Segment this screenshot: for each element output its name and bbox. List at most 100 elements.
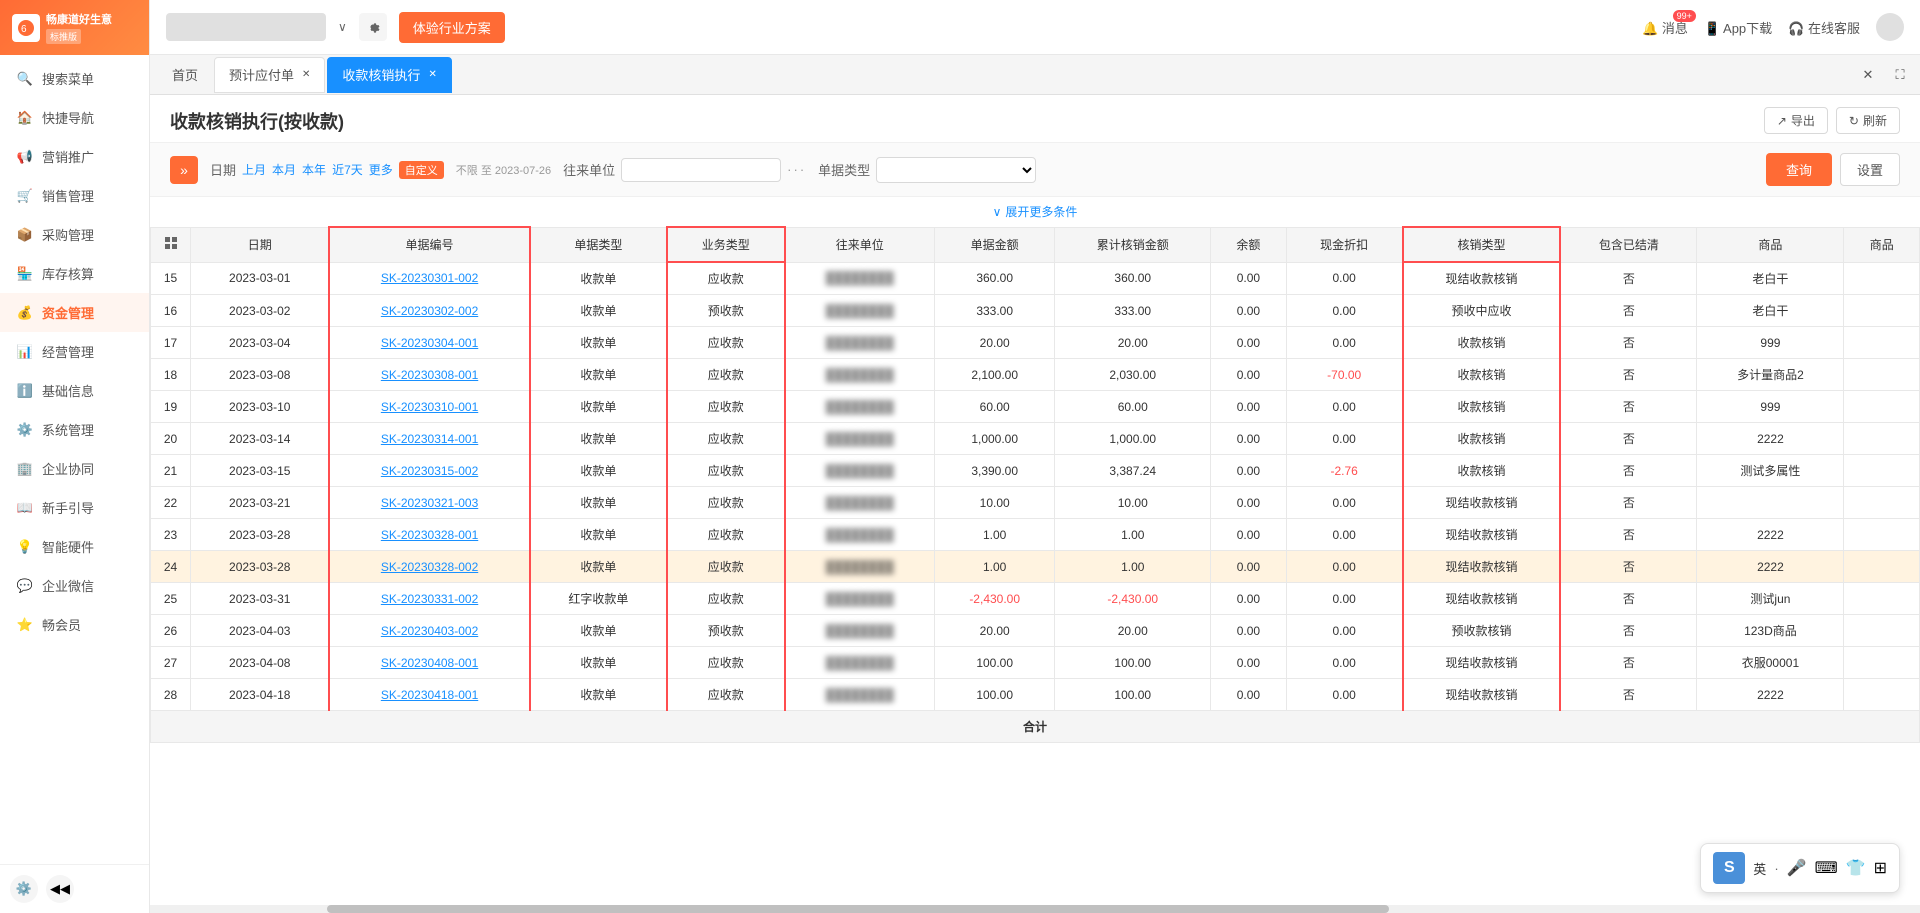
col-amount-header: 单据金额 (935, 227, 1055, 262)
online-support-link[interactable]: 🎧 在线客服 (1788, 18, 1860, 37)
filter-bill-type-select[interactable] (876, 157, 1036, 183)
col-seq-header (151, 227, 191, 262)
sidebar-item-search[interactable]: 🔍 搜索菜单 (0, 59, 149, 98)
ime-label: 英 (1753, 859, 1766, 878)
user-avatar[interactable] (1876, 13, 1904, 41)
sidebar-item-enterprise[interactable]: 🏢 企业协同 (0, 449, 149, 488)
table-row: 20 2023-03-14 SK-20230314-001 收款单 应收款 ██… (151, 423, 1920, 455)
bottom-settings-icon[interactable]: ⚙️ (10, 875, 38, 903)
solution-button[interactable]: 体验行业方案 (399, 12, 505, 43)
bill-no-link[interactable]: SK-20230403-002 (381, 624, 478, 638)
bill-no-link[interactable]: SK-20230408-001 (381, 656, 478, 670)
bill-no-link[interactable]: SK-20230331-002 (381, 592, 478, 606)
cell-seq: 23 (151, 519, 191, 551)
filter-date-more[interactable]: 更多 (369, 161, 393, 178)
cell-biz-type: 应收款 (667, 359, 784, 391)
horizontal-scrollbar[interactable] (150, 905, 1920, 913)
cell-write-type: 收款核销 (1403, 423, 1561, 455)
query-button[interactable]: 查询 (1766, 153, 1832, 186)
bill-no-link[interactable]: SK-20230314-001 (381, 432, 478, 446)
cell-biz-type: 应收款 (667, 423, 784, 455)
cell-bill-type: 红字收款单 (530, 583, 667, 615)
cell-seq: 28 (151, 679, 191, 711)
topbar-actions: 🔔 99+ 消息 📱 App下载 🎧 在线客服 (1642, 13, 1904, 41)
refresh-icon: ↻ (1849, 114, 1859, 128)
bill-no-link[interactable]: SK-20230302-002 (381, 304, 478, 318)
cell-amount: 1,000.00 (935, 423, 1055, 455)
sidebar-item-sales[interactable]: 🛒 销售管理 (0, 176, 149, 215)
sidebar-item-basic[interactable]: ℹ️ 基础信息 (0, 371, 149, 410)
partner-name: ████████ (826, 656, 894, 670)
tab-maximize[interactable]: ⛶ (1888, 63, 1912, 87)
refresh-button[interactable]: ↻ 刷新 (1836, 107, 1900, 134)
cell-bill-no: SK-20230403-002 (329, 615, 529, 647)
footer-label: 合计 (151, 711, 1920, 743)
sidebar-item-guide[interactable]: 📖 新手引导 (0, 488, 149, 527)
table-row: 24 2023-03-28 SK-20230328-002 收款单 应收款 ██… (151, 551, 1920, 583)
phone-icon: 📱 (1704, 21, 1720, 36)
cell-write-off: 360.00 (1055, 262, 1211, 295)
sidebar-item-wechat[interactable]: 💬 企业微信 (0, 566, 149, 605)
table-row: 25 2023-03-31 SK-20230331-002 红字收款单 应收款 … (151, 583, 1920, 615)
sidebar-item-quicknav[interactable]: 🏠 快捷导航 (0, 98, 149, 137)
bottom-collapse-icon[interactable]: ◀◀ (46, 875, 74, 903)
cell-product: 2222 (1697, 423, 1844, 455)
sidebar-item-hardware[interactable]: 💡 智能硬件 (0, 527, 149, 566)
cell-date: 2023-03-28 (191, 519, 330, 551)
tab-prepay-close[interactable]: ✕ (302, 69, 310, 80)
ime-grid-icon[interactable]: ⊞ (1874, 858, 1887, 878)
table-area[interactable]: 日期 单据编号 单据类型 业务类型 往来单位 单据金额 累计核销金额 余额 现金… (150, 226, 1920, 905)
filter-date-prev-month[interactable]: 上月 (242, 161, 266, 178)
filter-date-this-year[interactable]: 本年 (302, 161, 326, 178)
bill-no-link[interactable]: SK-20230418-001 (381, 688, 478, 702)
partner-name: ████████ (826, 368, 894, 382)
cell-product2 (1844, 262, 1920, 295)
export-button[interactable]: ↗ 导出 (1764, 107, 1828, 134)
filter-date-this-month[interactable]: 本月 (272, 161, 296, 178)
filter-date-7days[interactable]: 近7天 (332, 161, 363, 178)
bill-no-link[interactable]: SK-20230328-002 (381, 560, 478, 574)
sidebar-item-inventory[interactable]: 🏪 库存核算 (0, 254, 149, 293)
filter-partner-dots: ··· (787, 162, 806, 177)
filter-bar: » 日期 上月 本月 本年 近7天 更多 自定义 不限 至 2023-07-26… (150, 143, 1920, 197)
sidebar-item-system[interactable]: ⚙️ 系统管理 (0, 410, 149, 449)
bill-no-link[interactable]: SK-20230301-002 (381, 271, 478, 285)
cell-balance: 0.00 (1211, 455, 1286, 487)
tab-prepay[interactable]: 预计应付单 ✕ (214, 57, 325, 93)
bill-no-link[interactable]: SK-20230308-001 (381, 368, 478, 382)
topbar-gear-btn[interactable] (359, 13, 387, 41)
bill-no-link[interactable]: SK-20230315-002 (381, 464, 478, 478)
scrollbar-thumb[interactable] (327, 905, 1389, 913)
filter-date-label: 日期 (210, 160, 236, 179)
app-download-link[interactable]: 📱 App下载 (1704, 18, 1772, 37)
tab-receipts-close[interactable]: ✕ (428, 69, 436, 80)
cell-discount: 0.00 (1286, 615, 1403, 647)
cell-date: 2023-03-08 (191, 359, 330, 391)
enterprise-icon: 🏢 (16, 460, 34, 478)
tab-receipts[interactable]: 收款核销执行 ✕ (327, 57, 451, 93)
ime-mic-icon[interactable]: 🎤 (1787, 858, 1807, 878)
settings-button[interactable]: 设置 (1840, 153, 1900, 186)
sidebar-item-vip[interactable]: ⭐ 畅会员 (0, 605, 149, 644)
topbar-dropdown[interactable]: ∨ (338, 20, 347, 34)
filter-expand-button[interactable]: » (170, 156, 198, 184)
bill-no-link[interactable]: SK-20230310-001 (381, 400, 478, 414)
filter-expand-row[interactable]: ∨ 展开更多条件 (150, 197, 1920, 226)
table-row: 27 2023-04-08 SK-20230408-001 收款单 应收款 ██… (151, 647, 1920, 679)
sidebar-item-purchase[interactable]: 📦 采购管理 (0, 215, 149, 254)
sidebar-item-operations[interactable]: 📊 经营管理 (0, 332, 149, 371)
filter-date-custom[interactable]: 自定义 (399, 161, 444, 179)
ime-keyboard-icon[interactable]: ⌨ (1815, 858, 1838, 878)
sidebar-item-finance[interactable]: 💰 资金管理 (0, 293, 149, 332)
bill-no-link[interactable]: SK-20230328-001 (381, 528, 478, 542)
tab-close-all[interactable]: ✕ (1856, 63, 1880, 87)
tab-home[interactable]: 首页 (158, 57, 212, 93)
bill-no-link[interactable]: SK-20230304-001 (381, 336, 478, 350)
cell-bill-type: 收款单 (530, 519, 667, 551)
bill-no-link[interactable]: SK-20230321-003 (381, 496, 478, 510)
sidebar-item-marketing[interactable]: 📢 营销推广 (0, 137, 149, 176)
message-icon-area[interactable]: 🔔 99+ 消息 (1642, 18, 1688, 37)
filter-partner-input[interactable] (621, 158, 781, 182)
ime-shirt-icon[interactable]: 👕 (1846, 858, 1866, 878)
cell-write-off: 100.00 (1055, 647, 1211, 679)
